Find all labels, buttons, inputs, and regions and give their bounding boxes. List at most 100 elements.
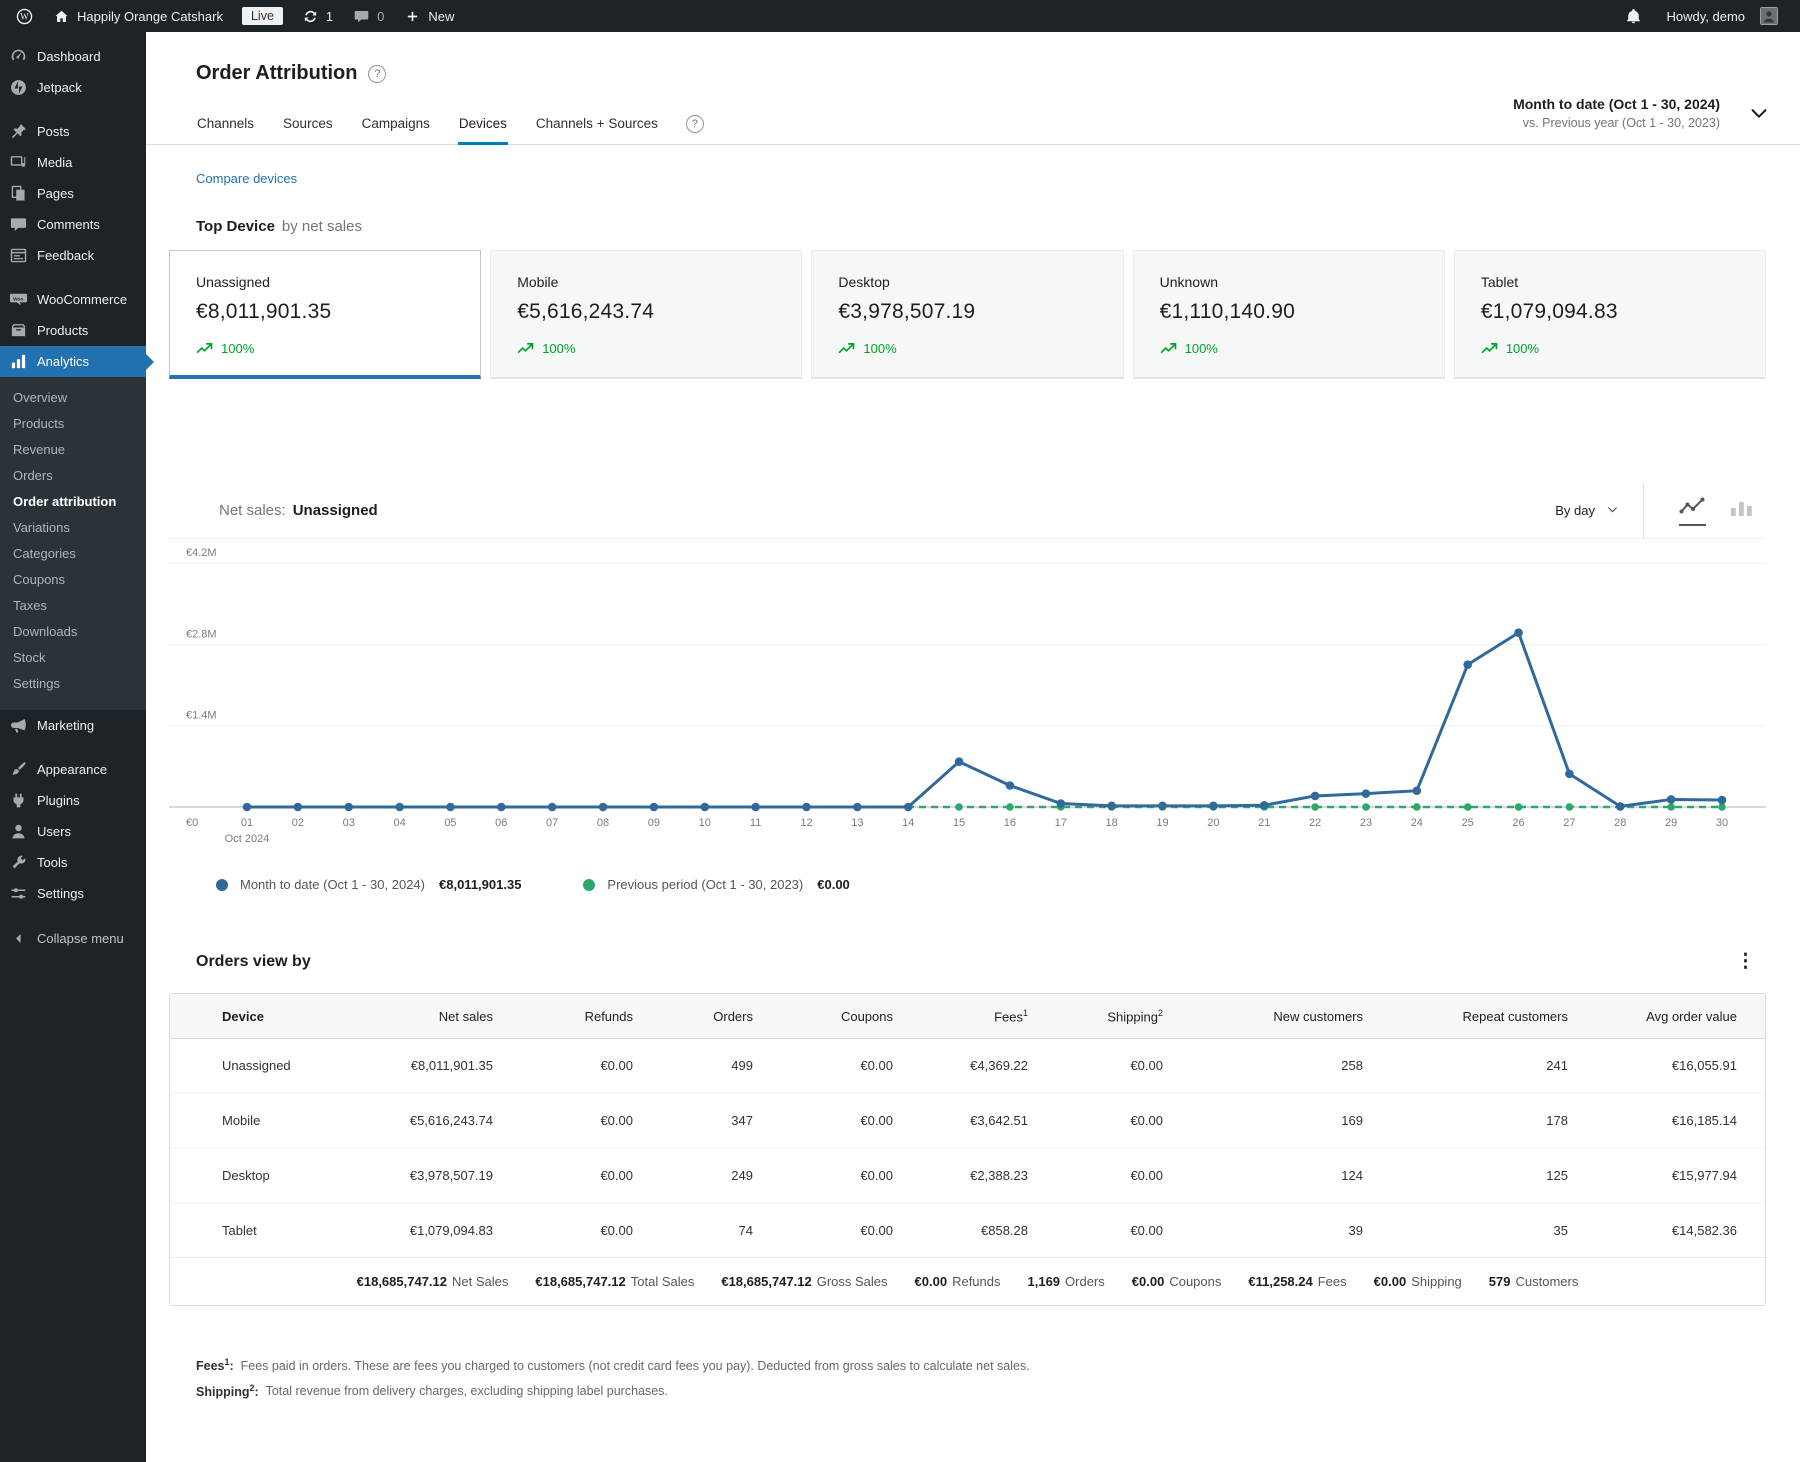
- comments-indicator[interactable]: 0: [343, 0, 394, 32]
- updates-count: 1: [325, 8, 334, 24]
- legend-item-previous-period-oct-1-30-2023[interactable]: Previous period (Oct 1 - 30, 2023) €0.00: [583, 877, 850, 892]
- submenu-item-stock[interactable]: Stock: [0, 645, 146, 671]
- table-cell: €0.00: [765, 1038, 905, 1094]
- tab-channels-sources[interactable]: Channels + Sources: [535, 106, 659, 145]
- submenu-item-products[interactable]: Products: [0, 411, 146, 437]
- column-header-shipping[interactable]: Shipping2: [1040, 994, 1175, 1040]
- top-device-heading: Top Device by net sales: [196, 218, 1766, 235]
- device-card-unassigned[interactable]: Unassigned €8,011,901.35 100%: [169, 250, 482, 379]
- woocommerce-icon: Woo: [9, 290, 28, 309]
- bar-chart-icon: [1728, 498, 1755, 523]
- line-chart[interactable]: €1.4M €2.8M €4.2M €0 01 02 03 04 05 06 07 08 09 10 11 1…: [169, 539, 1766, 853]
- sidebar-item-jetpack[interactable]: Jetpack: [0, 72, 146, 103]
- sidebar-item-dashboard[interactable]: Dashboard: [0, 41, 146, 72]
- tab-devices[interactable]: Devices: [457, 106, 508, 145]
- site-name-link[interactable]: Happily Orange Catshark: [43, 0, 233, 32]
- submenu-item-overview[interactable]: Overview: [0, 385, 146, 411]
- card-label: Tablet: [1480, 274, 1519, 290]
- account-menu[interactable]: Howdy, demo: [1656, 0, 1788, 32]
- sidebar-item-pages[interactable]: Pages: [0, 178, 146, 209]
- tab-channels[interactable]: Channels: [196, 106, 255, 145]
- svg-text:17: 17: [1055, 817, 1067, 829]
- summary-total-sales: €18,685,747.12 Total Sales: [535, 1274, 695, 1290]
- chart-title: Net sales: Unassigned: [219, 502, 378, 519]
- sidebar-item-media[interactable]: Media: [0, 147, 146, 178]
- submenu-item-coupons[interactable]: Coupons: [0, 567, 146, 593]
- update-icon: [302, 8, 319, 25]
- column-header-net-sales[interactable]: Net sales: [320, 994, 505, 1040]
- sidebar-item-products[interactable]: Products: [0, 315, 146, 346]
- submenu-item-order-attribution[interactable]: Order attribution: [0, 489, 146, 515]
- compare-devices-link[interactable]: Compare devices: [196, 171, 297, 186]
- sidebar-item-posts[interactable]: Posts: [0, 116, 146, 147]
- table-cell: €0.00: [505, 1038, 645, 1094]
- device-card-mobile[interactable]: Mobile €5,616,243.74 100%: [490, 250, 803, 379]
- card-label: Unassigned: [196, 274, 270, 290]
- svg-text:16: 16: [1004, 817, 1016, 829]
- tab-campaigns[interactable]: Campaigns: [361, 106, 431, 145]
- sidebar-item-woocommerce[interactable]: Woo WooCommerce: [0, 284, 146, 315]
- svg-text:21: 21: [1258, 817, 1270, 829]
- updates-indicator[interactable]: 1: [292, 0, 343, 32]
- sidebar-item-settings[interactable]: Settings: [0, 878, 146, 909]
- sidebar-item-comments[interactable]: Comments: [0, 209, 146, 240]
- summary-refunds: €0.00 Refunds: [914, 1274, 1001, 1290]
- table-row-unassigned: Unassigned €8,011,901.35 €0.00 499 €0.00 €4,3…: [170, 1038, 1765, 1094]
- notifications-bell-icon[interactable]: [1615, 0, 1652, 32]
- column-header-coupons[interactable]: Coupons: [765, 994, 905, 1040]
- page-help-icon[interactable]: ?: [368, 64, 387, 83]
- column-header-new-customers[interactable]: New customers: [1175, 994, 1375, 1040]
- date-range-picker[interactable]: Month to date (Oct 1 - 30, 2024) vs. Pre…: [1513, 96, 1770, 130]
- line-chart-icon: [1679, 496, 1706, 521]
- svg-text:28: 28: [1614, 817, 1626, 829]
- collapse-arrow-icon: [9, 929, 28, 948]
- sidebar-item-plugins[interactable]: Plugins: [0, 785, 146, 816]
- kebab-menu-icon[interactable]: ⋮: [1726, 950, 1766, 973]
- device-card-tablet[interactable]: Tablet €1,079,094.83 100%: [1453, 250, 1767, 379]
- device-card-unknown[interactable]: Unknown €1,110,140.90 100%: [1132, 250, 1445, 379]
- bar-chart-toggle[interactable]: [1717, 498, 1766, 523]
- submenu-item-downloads[interactable]: Downloads: [0, 619, 146, 645]
- submenu-item-orders[interactable]: Orders: [0, 463, 146, 489]
- interval-select[interactable]: By day: [1555, 503, 1619, 519]
- column-header-refunds[interactable]: Refunds: [505, 994, 645, 1040]
- sidebar-menu-top: Dashboard Jetpack Posts Media Pages Comments F…: [0, 41, 154, 377]
- submenu-item-categories[interactable]: Categories: [0, 541, 146, 567]
- svg-text:26: 26: [1512, 817, 1524, 829]
- submenu-item-settings[interactable]: Settings: [0, 671, 146, 697]
- device-card-desktop[interactable]: Desktop €3,978,507.19 100%: [811, 250, 1124, 379]
- sidebar-item-users[interactable]: Users: [0, 816, 146, 847]
- site-name: Happily Orange Catshark: [77, 8, 223, 24]
- wordpress-logo-icon[interactable]: W: [6, 0, 43, 32]
- legend-label: Month to date (Oct 1 - 30, 2024): [240, 877, 425, 892]
- table-header-row: Device Net sales Refunds Orders Coupons Fees1…: [170, 994, 1765, 1040]
- new-content-button[interactable]: New: [394, 0, 464, 32]
- svg-text:W: W: [20, 11, 29, 21]
- sidebar-item-analytics[interactable]: Analytics: [0, 346, 154, 377]
- column-header-orders[interactable]: Orders: [645, 994, 765, 1040]
- tools-icon: [9, 853, 28, 872]
- tab-sources[interactable]: Sources: [282, 106, 334, 145]
- column-header-repeat-customers[interactable]: Repeat customers: [1375, 994, 1580, 1040]
- howdy-text: Howdy, demo: [1666, 8, 1745, 24]
- legend-item-month-to-date-oct-1-30-2024[interactable]: Month to date (Oct 1 - 30, 2024) €8,011,9…: [216, 877, 521, 892]
- column-header-fees[interactable]: Fees1: [905, 994, 1040, 1040]
- column-header-device[interactable]: Device: [170, 994, 320, 1040]
- table-cell: €0.00: [505, 1147, 645, 1204]
- submenu-item-revenue[interactable]: Revenue: [0, 437, 146, 463]
- users-icon: [9, 822, 28, 841]
- comments-icon: [9, 215, 28, 234]
- chevron-down-icon[interactable]: [1748, 102, 1770, 124]
- tabs-help-icon[interactable]: ?: [685, 115, 704, 133]
- line-chart-toggle[interactable]: [1668, 496, 1717, 526]
- table-cell: Tablet: [170, 1202, 320, 1259]
- column-header-avg-order-value[interactable]: Avg order value: [1580, 994, 1765, 1040]
- submenu-item-variations[interactable]: Variations: [0, 515, 146, 541]
- sidebar-item-tools[interactable]: Tools: [0, 847, 146, 878]
- table-row-tablet: Tablet €1,079,094.83 €0.00 74 €0.00 €858.28 €0…: [170, 1202, 1765, 1259]
- sidebar-item-feedback[interactable]: Feedback: [0, 240, 146, 271]
- sidebar-item-marketing[interactable]: Marketing: [0, 710, 146, 741]
- collapse-menu-button[interactable]: Collapse menu: [0, 923, 146, 954]
- submenu-item-taxes[interactable]: Taxes: [0, 593, 146, 619]
- sidebar-item-appearance[interactable]: Appearance: [0, 754, 146, 785]
